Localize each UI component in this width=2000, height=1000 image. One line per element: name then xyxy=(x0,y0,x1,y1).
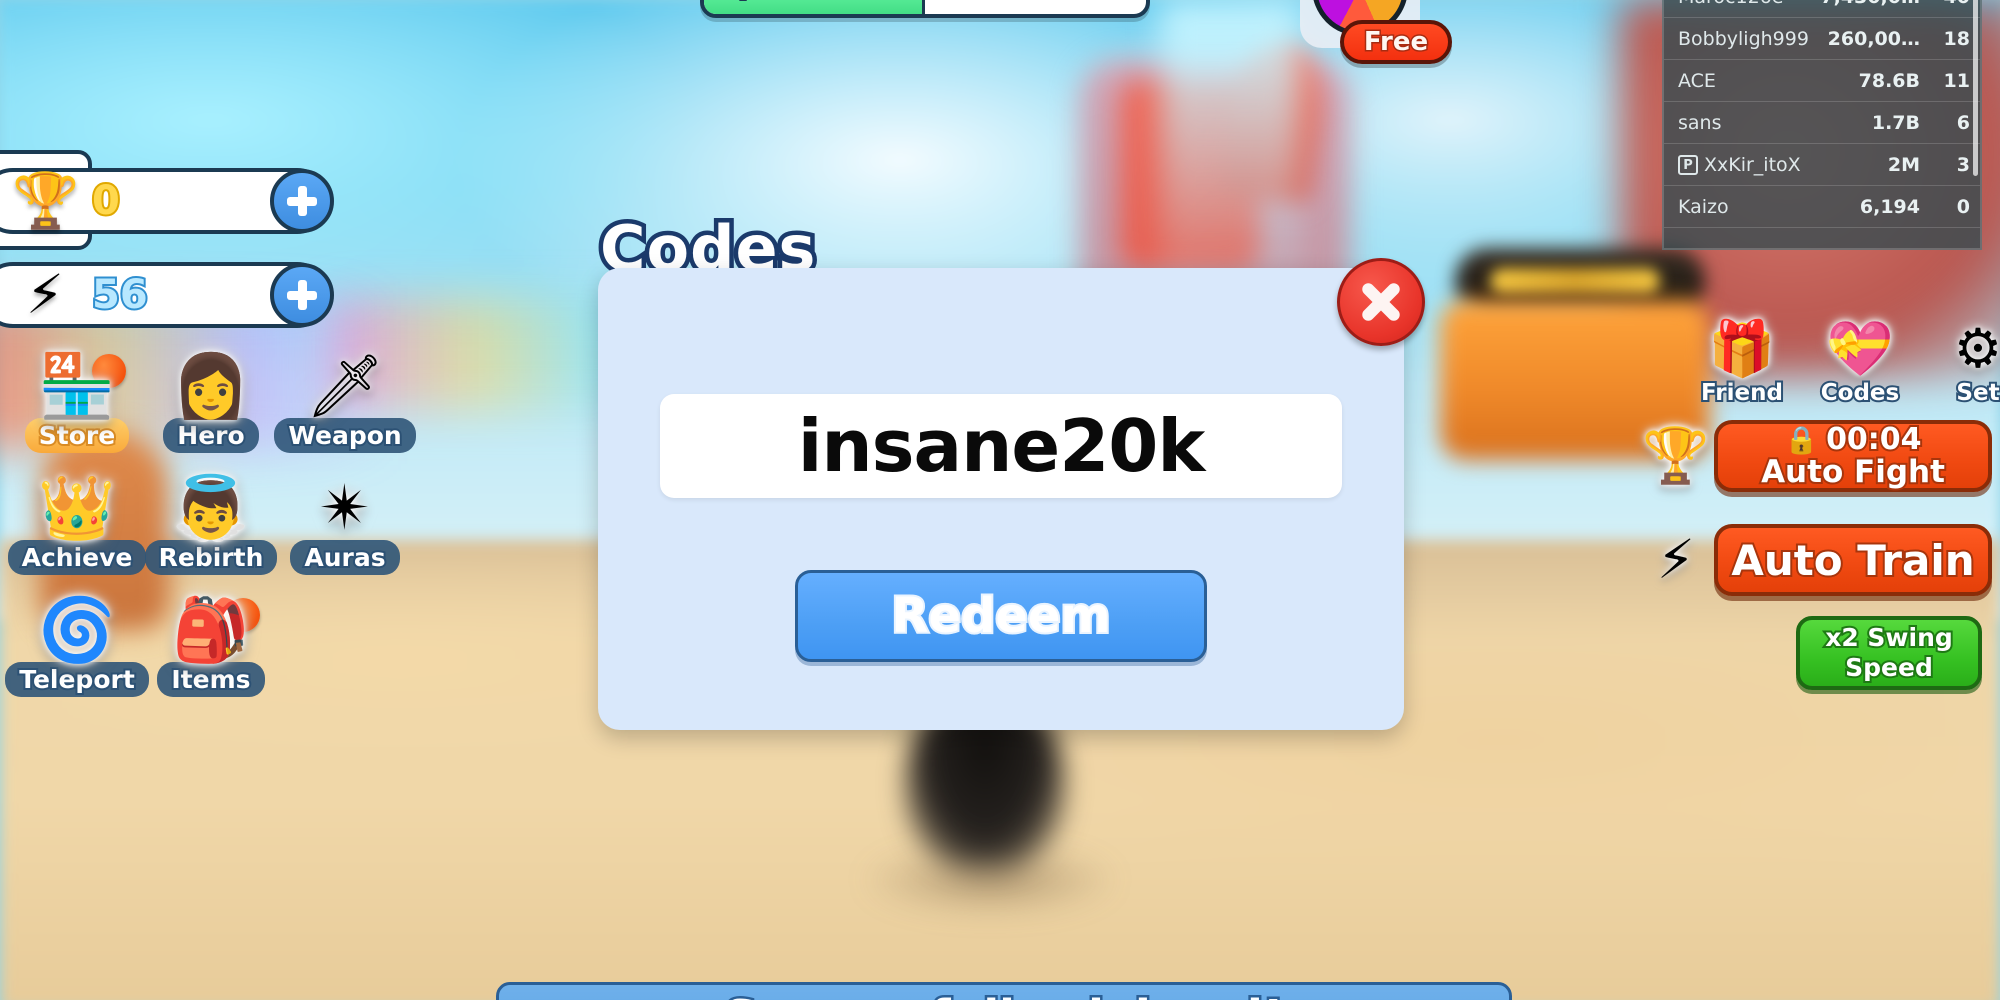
trophy-value: 0 xyxy=(90,176,122,226)
swing-speed-button[interactable]: x2 Swing Speed xyxy=(1796,616,1982,690)
leaderboard-name: sans xyxy=(1678,111,1722,134)
leaderboard-name: Maroc126e xyxy=(1678,0,1814,8)
menu-item-auras[interactable]: ✴ Auras xyxy=(278,472,412,594)
auto-train-row: ⚡ Auto Train xyxy=(1638,522,1992,598)
swing-speed-line-1: x2 Swing xyxy=(1823,621,1955,654)
lightning-bolt-icon: ⚡ xyxy=(26,263,64,326)
store-icon: 🏪 xyxy=(38,349,116,422)
sparkle-icon: ✴ xyxy=(319,471,371,544)
status-toast: Successfully claimed! xyxy=(496,982,1512,1000)
quest-progress-label: 6/12 xyxy=(718,0,799,6)
lock-icon: 🔒 xyxy=(1784,424,1819,456)
friend-label: Friend xyxy=(1699,378,1785,408)
table-row: Maroc126e 7,430,0… 40 xyxy=(1664,0,1980,18)
table-row: Kaizo 6,194 0 xyxy=(1664,186,1980,228)
quest-progress-bar[interactable]: 6/12 xyxy=(700,0,1150,18)
menu-item-rebirth[interactable]: 👼 Rebirth xyxy=(144,472,278,594)
bolt-add-button[interactable] xyxy=(270,263,334,327)
table-row: Bobbyligh999 260,00… 18 xyxy=(1664,18,1980,60)
trophy-icon: 🏆 xyxy=(1642,424,1710,487)
leaderboard-score: 6,194 xyxy=(1859,195,1920,218)
settings-button[interactable]: ⚙ Set xyxy=(1936,317,2000,409)
game-screen: 6/12 Free e Unl Sec 🏆 0 ⚡ 56 🏪 Store 👩 H… xyxy=(0,0,2000,1000)
menu-label-weapon: Weapon xyxy=(274,418,416,453)
leaderboard-name: ACE xyxy=(1678,69,1716,92)
code-input[interactable]: insane20k xyxy=(660,394,1342,498)
leaderboard-name: Kaizo xyxy=(1678,195,1729,218)
leaderboard-score: 1.7B xyxy=(1871,111,1920,134)
menu-item-teleport[interactable]: 🌀 Teleport xyxy=(5,593,149,716)
table-row: ACE 78.6B 11 xyxy=(1664,60,1980,102)
table-row: sans 1.7B 6 xyxy=(1664,102,1980,144)
trophy-icon: 🏆 xyxy=(12,169,80,232)
code-input-value: insane20k xyxy=(797,404,1206,488)
leaderboard[interactable]: Maroc126e 7,430,0… 40 Bobbyligh999 260,0… xyxy=(1662,0,1982,250)
left-menu-grid: 🏪 Store 👩 Hero 🗡 Weapon 👑 Achieve 👼 Rebi… xyxy=(5,349,416,716)
leaderboard-rank: 40 xyxy=(1926,0,1970,8)
bolt-value: 56 xyxy=(90,270,150,320)
redeem-button[interactable]: Redeem xyxy=(795,570,1207,662)
leaderboard-rank: 0 xyxy=(1956,195,1970,218)
leaderboard-scrollbar[interactable] xyxy=(1973,0,1978,176)
menu-label-store: Store xyxy=(24,418,130,453)
trophy-add-button[interactable] xyxy=(270,169,334,233)
roblox-premium-icon: P xyxy=(1678,154,1698,175)
leaderboard-name: Bobbyligh999 xyxy=(1678,27,1809,50)
close-icon[interactable] xyxy=(1337,258,1425,346)
leaderboard-rank: 18 xyxy=(1943,27,1970,50)
codes-heart-icon: 💝 xyxy=(1826,317,1894,380)
leaderboard-rank: 11 xyxy=(1943,69,1970,92)
menu-label-rebirth: Rebirth xyxy=(144,540,278,575)
currency-row-bolt: ⚡ 56 xyxy=(0,262,334,328)
menu-item-hero[interactable]: 👩 Hero xyxy=(144,350,278,472)
lightning-bolt-icon: ⚡ xyxy=(1657,528,1695,591)
leaderboard-name: XxKir_itoX xyxy=(1704,153,1801,176)
leaderboard-score: 78.6B xyxy=(1858,69,1920,92)
menu-label-teleport: Teleport xyxy=(5,662,149,697)
auto-fight-row: 🏆 🔒 00:04 Auto Fight xyxy=(1638,418,1992,494)
hero-icon: 👩 xyxy=(172,349,250,422)
menu-item-weapon[interactable]: 🗡 Weapon xyxy=(274,349,416,472)
friend-gift-icon: 🎁 xyxy=(1708,317,1776,380)
menu-item-achieve[interactable]: 👑 Achieve xyxy=(7,471,147,594)
leaderboard-rank: 6 xyxy=(1956,111,1970,134)
status-toast-message: Successfully claimed! xyxy=(722,988,1287,1000)
swing-speed-line-2: Speed xyxy=(1843,651,1935,684)
menu-item-store[interactable]: 🏪 Store xyxy=(10,350,144,472)
auto-fight-timer-row: 🔒 00:04 xyxy=(1784,420,1923,459)
auto-fight-timer: 00:04 xyxy=(1824,420,1923,459)
auto-train-button[interactable]: Auto Train xyxy=(1714,524,1992,596)
menu-label-items: Items xyxy=(157,662,265,697)
background-chest-gold-trim xyxy=(1490,268,1660,294)
free-spin-label: Free xyxy=(1362,26,1429,59)
menu-label-achieve: Achieve xyxy=(7,540,147,575)
weapon-icon: 🗡 xyxy=(305,349,385,422)
gear-icon: ⚙ xyxy=(1953,317,2000,380)
leaderboard-score: 2M xyxy=(1887,153,1920,176)
crown-icon: 👑 xyxy=(38,471,116,544)
menu-label-hero: Hero xyxy=(163,418,259,453)
wings-icon: 👼 xyxy=(172,471,250,544)
friend-button[interactable]: 🎁 Friend xyxy=(1699,317,1785,409)
menu-label-auras: Auras xyxy=(290,540,400,575)
auto-fight-label: Auto Fight xyxy=(1759,452,1947,492)
menu-item-items[interactable]: 🎒 Items xyxy=(144,594,278,716)
leaderboard-score: 7,430,0… xyxy=(1820,0,1920,8)
portal-icon: 🌀 xyxy=(38,593,116,666)
leaderboard-score: 260,00… xyxy=(1827,27,1920,50)
table-row: P XxKir_itoX 2M 3 xyxy=(1664,144,1980,186)
codes-label: Codes xyxy=(1819,378,1901,408)
free-spin-button[interactable]: Free xyxy=(1340,20,1452,64)
settings-label: Set xyxy=(1954,378,2000,408)
backpack-icon: 🎒 xyxy=(172,593,250,666)
auto-train-label: Auto Train xyxy=(1729,534,1976,587)
leaderboard-rank: 3 xyxy=(1956,153,1970,176)
auto-fight-button[interactable]: 🔒 00:04 Auto Fight xyxy=(1714,420,1992,492)
currency-row-trophy: 🏆 0 xyxy=(0,168,334,234)
codes-button[interactable]: 💝 Codes xyxy=(1818,317,1902,409)
redeem-button-label: Redeem xyxy=(890,586,1113,646)
right-icon-bar: 🎁 Friend 💝 Codes ⚙ Set xyxy=(1699,317,2000,409)
